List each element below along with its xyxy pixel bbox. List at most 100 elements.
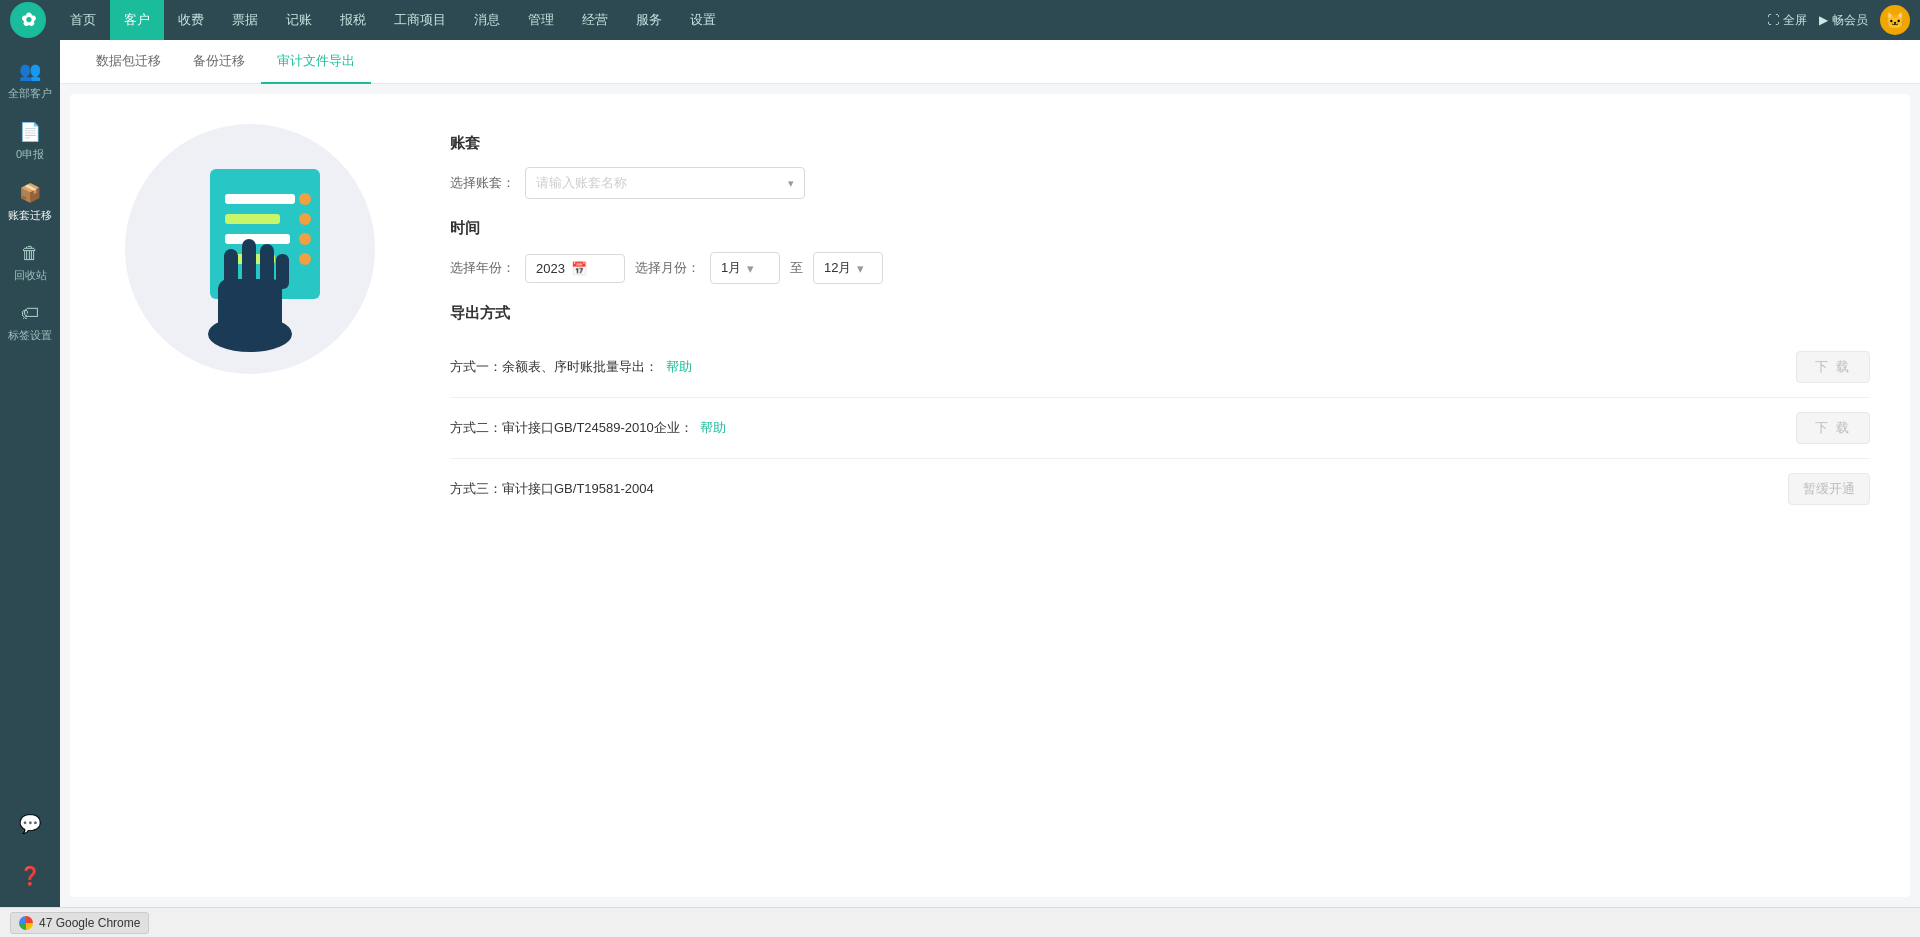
nav-invoice[interactable]: 票据 [218, 0, 272, 40]
page-content: 账套 选择账套： 请输入账套名称 ▾ 时间 选择年份： 2023 📅 [70, 94, 1910, 897]
method-2-download-button[interactable]: 下 载 [1796, 412, 1870, 444]
method-1-help-link[interactable]: 帮助 [666, 359, 692, 374]
member-button[interactable]: ▶ 畅会员 [1819, 12, 1868, 29]
calendar-icon: 📅 [571, 261, 587, 276]
year-label: 选择年份： [450, 259, 515, 277]
nav-message[interactable]: 消息 [460, 0, 514, 40]
account-select-label: 选择账套： [450, 174, 515, 192]
nav-service[interactable]: 服务 [622, 0, 676, 40]
start-month-chevron: ▾ [747, 261, 754, 276]
sidebar-item-chat[interactable]: 💬 [0, 803, 60, 845]
method-2-help-link[interactable]: 帮助 [700, 420, 726, 435]
method-1-text: 方式一：余额表、序时账批量导出： 帮助 [450, 358, 692, 376]
time-section-title: 时间 [450, 219, 1870, 238]
top-nav: ✿ 首页 客户 收费 票据 记账 报税 工商项目 消息 管理 经营 服务 设置 … [0, 0, 1920, 40]
sidebar-item-help[interactable]: ❓ [0, 855, 60, 897]
method-3-open-button[interactable]: 暂缓开通 [1788, 473, 1870, 505]
nav-bookkeeping[interactable]: 记账 [272, 0, 326, 40]
account-migration-icon: 📦 [19, 182, 41, 204]
nav-tax[interactable]: 报税 [326, 0, 380, 40]
svg-rect-12 [242, 239, 256, 289]
svg-rect-3 [225, 234, 290, 244]
export-method-section: 导出方式 方式一：余额表、序时账批量导出： 帮助 下 载 方式二：审计接口GB/… [450, 304, 1870, 519]
account-form-row: 选择账套： 请输入账套名称 ▾ [450, 167, 1870, 199]
sidebar-label-all-customers: 全部客户 [8, 86, 52, 101]
svg-point-5 [299, 193, 311, 205]
content-area: 数据包迁移 备份迁移 审计文件导出 [60, 40, 1920, 907]
help-icon: ❓ [19, 865, 41, 887]
method-3-label: 方式三：审计接口GB/T19581-2004 [450, 481, 654, 496]
export-method-2-row: 方式二：审计接口GB/T24589-2010企业： 帮助 下 载 [450, 398, 1870, 459]
year-value: 2023 [536, 261, 565, 276]
tab-data-migration[interactable]: 数据包迁移 [80, 40, 177, 84]
nav-right: ⛶ 全屏 ▶ 畅会员 🐱 [1767, 5, 1910, 35]
illustration-circle [125, 124, 375, 374]
export-method-3-row: 方式三：审计接口GB/T19581-2004 暂缓开通 [450, 459, 1870, 519]
method-2-label: 方式二：审计接口GB/T24589-2010企业： [450, 420, 693, 435]
account-section-title: 账套 [450, 134, 1870, 153]
end-month-select[interactable]: 12月 ▾ [813, 252, 883, 284]
time-form-row: 选择年份： 2023 📅 选择月份： 1月 ▾ 至 12月 ▾ [450, 252, 1870, 284]
tabs-bar: 数据包迁移 备份迁移 审计文件导出 [60, 40, 1920, 84]
svg-point-6 [299, 213, 311, 225]
tab-backup-migration[interactable]: 备份迁移 [177, 40, 261, 84]
sidebar-item-zero-declaration[interactable]: 📄 0申报 [0, 111, 60, 172]
svg-rect-14 [276, 254, 289, 289]
nav-manage[interactable]: 管理 [514, 0, 568, 40]
svg-rect-1 [225, 194, 295, 204]
account-chevron-icon: ▾ [788, 177, 794, 190]
export-section-title: 导出方式 [450, 304, 1870, 323]
svg-rect-13 [260, 244, 274, 289]
method-1-label: 方式一：余额表、序时账批量导出： [450, 359, 658, 374]
sidebar-label-recycle: 回收站 [14, 268, 47, 283]
svg-point-7 [299, 233, 311, 245]
fullscreen-label: 全屏 [1783, 12, 1807, 29]
sidebar-item-tag-settings[interactable]: 🏷 标签设置 [0, 293, 60, 353]
svg-point-8 [299, 253, 311, 265]
taskbar-chrome[interactable]: 47 Google Chrome [10, 912, 149, 934]
export-method-1-row: 方式一：余额表、序时账批量导出： 帮助 下 载 [450, 337, 1870, 398]
avatar[interactable]: 🐱 [1880, 5, 1910, 35]
nav-items: 首页 客户 收费 票据 记账 报税 工商项目 消息 管理 经营 服务 设置 [56, 0, 1767, 40]
start-month-select[interactable]: 1月 ▾ [710, 252, 780, 284]
nav-operation[interactable]: 经营 [568, 0, 622, 40]
illustration-area [110, 124, 390, 374]
fullscreen-icon: ⛶ [1767, 13, 1779, 27]
end-month-chevron: ▾ [857, 261, 864, 276]
sidebar-label-tag-settings: 标签设置 [8, 328, 52, 343]
app-logo: ✿ [10, 2, 46, 38]
taskbar: 47 Google Chrome [0, 907, 1920, 937]
method-2-text: 方式二：审计接口GB/T24589-2010企业： 帮助 [450, 419, 726, 437]
left-sidebar: 👥 全部客户 📄 0申报 📦 账套迁移 🗑 回收站 🏷 标签设置 💬 ❓ [0, 40, 60, 907]
zero-declaration-icon: 📄 [19, 121, 41, 143]
to-separator: 至 [790, 259, 803, 277]
nav-home[interactable]: 首页 [56, 0, 110, 40]
method-1-download-button[interactable]: 下 载 [1796, 351, 1870, 383]
account-select-dropdown[interactable]: 请输入账套名称 ▾ [525, 167, 805, 199]
fullscreen-button[interactable]: ⛶ 全屏 [1767, 12, 1807, 29]
svg-rect-11 [224, 249, 238, 289]
chrome-icon [19, 916, 33, 930]
nav-customer[interactable]: 客户 [110, 0, 164, 40]
account-select-placeholder: 请输入账套名称 [536, 174, 627, 192]
nav-settings[interactable]: 设置 [676, 0, 730, 40]
year-input[interactable]: 2023 📅 [525, 254, 625, 283]
tab-audit-export[interactable]: 审计文件导出 [261, 40, 371, 84]
main-layout: 👥 全部客户 📄 0申报 📦 账套迁移 🗑 回收站 🏷 标签设置 💬 ❓ [0, 40, 1920, 907]
chat-icon: 💬 [19, 813, 41, 835]
start-month-value: 1月 [721, 259, 741, 277]
form-area: 账套 选择账套： 请输入账套名称 ▾ 时间 选择年份： 2023 📅 [450, 124, 1870, 519]
sidebar-item-account-migration[interactable]: 📦 账套迁移 [0, 172, 60, 233]
month-label: 选择月份： [635, 259, 700, 277]
recycle-icon: 🗑 [21, 243, 39, 264]
nav-billing[interactable]: 收费 [164, 0, 218, 40]
all-customers-icon: 👥 [19, 60, 41, 82]
sidebar-item-all-customers[interactable]: 👥 全部客户 [0, 50, 60, 111]
sidebar-label-zero-declaration: 0申报 [16, 147, 44, 162]
sidebar-label-account-migration: 账套迁移 [8, 208, 52, 223]
taskbar-chrome-label: 47 Google Chrome [39, 916, 140, 930]
method-3-text: 方式三：审计接口GB/T19581-2004 [450, 480, 654, 498]
sidebar-item-recycle[interactable]: 🗑 回收站 [0, 233, 60, 293]
nav-business[interactable]: 工商项目 [380, 0, 460, 40]
tag-settings-icon: 🏷 [21, 303, 39, 324]
